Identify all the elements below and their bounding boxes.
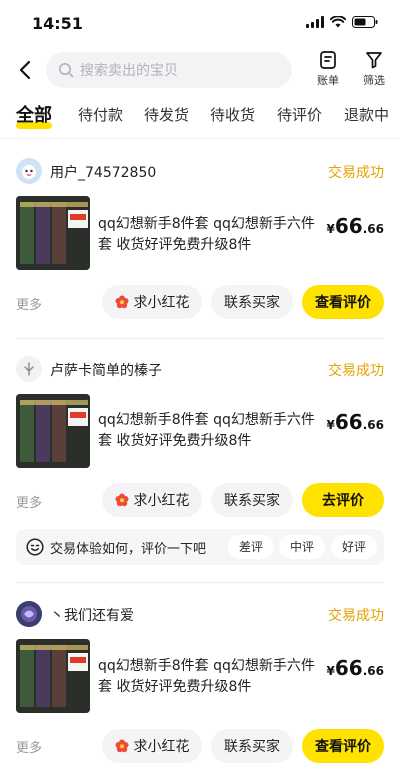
order-separator (16, 582, 384, 583)
request-flower-button[interactable]: 求小红花 (102, 729, 202, 763)
request-flower-button[interactable]: 求小红花 (102, 285, 202, 319)
neutral-review-chip[interactable]: 中评 (279, 535, 326, 559)
flower-icon (115, 493, 128, 507)
contact-buyer-button[interactable]: 联系买家 (211, 285, 293, 319)
more-button[interactable]: 更多 (16, 737, 42, 756)
bill-icon (320, 51, 336, 69)
contact-buyer-button[interactable]: 联系买家 (211, 483, 293, 517)
price: ¥66.66 (326, 214, 384, 238)
view-review-button[interactable]: 查看评价 (302, 729, 384, 763)
buyer-name[interactable]: 卢萨卡简单的榛子 (50, 360, 162, 380)
bad-review-chip[interactable]: 差评 (228, 535, 275, 559)
product-title[interactable]: qq幻想新手8件套 qq幻想新手六件套 收货好评免费升级8件 (98, 410, 324, 452)
contact-buyer-button[interactable]: 联系买家 (211, 729, 293, 763)
buyer-name[interactable]: 丶我们还有爱 (50, 605, 134, 625)
tab-pending-payment[interactable]: 待付款 (78, 104, 123, 125)
request-flower-button[interactable]: 求小红花 (102, 483, 202, 517)
bill-label: 账单 (317, 74, 339, 87)
flower-icon (115, 295, 128, 309)
more-button[interactable]: 更多 (16, 492, 42, 511)
header: 搜索卖出的宝贝 账单 筛选 (0, 46, 400, 96)
product-thumbnail[interactable] (16, 639, 90, 713)
product-thumbnail[interactable] (16, 196, 90, 270)
back-button[interactable] (14, 58, 38, 82)
status-icons (306, 16, 378, 28)
order-header: 卢萨卡简单的榛子 交易成功 (16, 356, 384, 386)
tabs-divider (0, 138, 400, 139)
avatar[interactable] (16, 601, 42, 627)
tab-refunding[interactable]: 退款中 (344, 104, 389, 125)
status-time: 14:51 (32, 14, 83, 33)
product-thumbnail[interactable] (16, 394, 90, 468)
bill-button[interactable]: 账单 (308, 50, 348, 88)
order-separator (16, 338, 384, 339)
filter-button[interactable]: 筛选 (354, 50, 394, 88)
tab-pending-review[interactable]: 待评价 (277, 104, 322, 125)
cellular-signal-icon (306, 16, 324, 28)
tab-pending-receipt[interactable]: 待收货 (210, 104, 255, 125)
filter-label: 筛选 (363, 74, 385, 87)
tab-pending-shipment[interactable]: 待发货 (144, 104, 189, 125)
leave-review-button[interactable]: 去评价 (302, 483, 384, 517)
chevron-left-icon (19, 60, 31, 80)
order-status: 交易成功 (328, 363, 384, 379)
order-tabs: 全部 待付款 待发货 待收货 待评价 退款中 (0, 100, 400, 134)
good-review-chip[interactable]: 好评 (331, 535, 378, 559)
view-review-button[interactable]: 查看评价 (302, 285, 384, 319)
price: ¥66.66 (326, 656, 384, 680)
product-title[interactable]: qq幻想新手8件套 qq幻想新手六件套 收货好评免费升级8件 (98, 214, 324, 256)
order-status: 交易成功 (328, 608, 384, 624)
avatar[interactable] (16, 356, 42, 382)
order-status: 交易成功 (328, 165, 384, 181)
avatar[interactable] (16, 158, 42, 184)
review-prompt-text: 交易体验如何，评价一下吧 (50, 542, 207, 557)
search-placeholder: 搜索卖出的宝贝 (80, 63, 178, 79)
flower-icon (115, 739, 128, 753)
product-title[interactable]: qq幻想新手8件套 qq幻想新手六件套 收货好评免费升级8件 (98, 656, 324, 698)
buyer-name[interactable]: 用户_74572850 (50, 162, 156, 182)
search-bar[interactable]: 搜索卖出的宝贝 (46, 52, 292, 88)
wifi-icon (330, 16, 346, 28)
order-header: 用户_74572850 交易成功 (16, 158, 384, 188)
price: ¥66.66 (326, 410, 384, 434)
search-icon (59, 63, 74, 78)
review-prompt-bar: 交易体验如何，评价一下吧 差评 中评 好评 (16, 529, 384, 565)
smiley-face-icon (26, 538, 44, 556)
filter-icon (366, 52, 382, 69)
battery-icon (352, 16, 378, 28)
more-button[interactable]: 更多 (16, 294, 42, 313)
order-header: 丶我们还有爱 交易成功 (16, 601, 384, 631)
tab-all[interactable]: 全部 (16, 101, 52, 129)
status-bar: 14:51 (0, 0, 400, 44)
